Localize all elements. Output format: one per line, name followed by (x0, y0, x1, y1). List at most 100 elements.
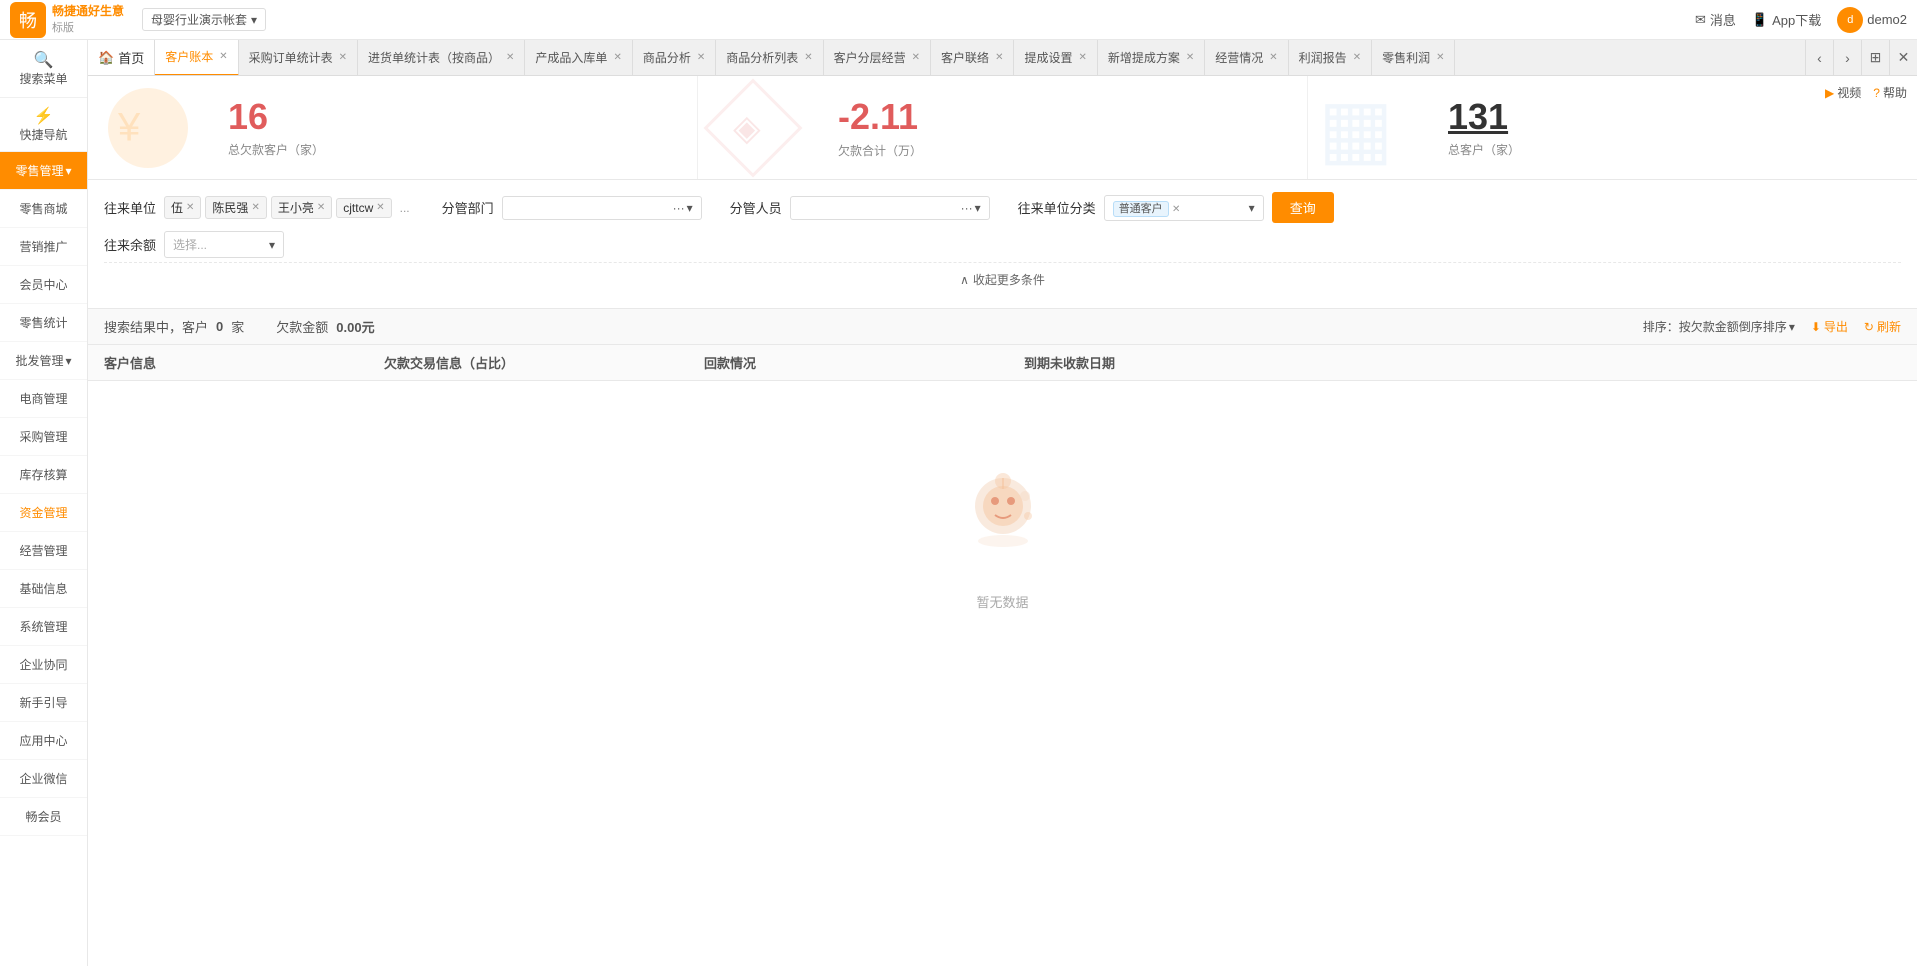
stat-debt-customers-number: 16 (228, 97, 324, 137)
export-button[interactable]: ⬇ 导出 (1811, 318, 1848, 335)
result-prefix: 搜索结果中，客户 (104, 317, 208, 336)
tab-add-promotion-plan[interactable]: 新增提成方案 ✕ (1098, 40, 1205, 76)
top-bar-left: 畅 畅捷通好生意 标版 母婴行业演示帐套 ▾ (10, 2, 266, 38)
sidebar-item-retail-mall[interactable]: 零售商城 (0, 190, 87, 228)
tab-purchase-stats[interactable]: 进货单统计表（按商品） ✕ (358, 40, 525, 76)
sidebar-item-wholesale[interactable]: 批发管理 ▾ (0, 342, 87, 380)
help-button[interactable]: ? 帮助 (1873, 84, 1907, 101)
demo-account-select[interactable]: 母婴行业演示帐套 ▾ (142, 8, 266, 31)
tab-close-customer-book[interactable]: ✕ (219, 51, 227, 62)
tab-close-purchase-order[interactable]: ✕ (339, 52, 347, 63)
sort-select[interactable]: 排序：按欠款金额倒序排序 ▾ (1643, 318, 1795, 335)
tab-close-business-status[interactable]: ✕ (1269, 52, 1277, 63)
sidebar-item-basic-info[interactable]: 基础信息 (0, 570, 87, 608)
refresh-button[interactable]: ↻ 刷新 (1864, 318, 1901, 335)
sidebar-item-finance[interactable]: 资金管理 (0, 494, 87, 532)
sidebar-item-operations[interactable]: 经营管理 (0, 532, 87, 570)
tab-close-product-instock[interactable]: ✕ (613, 52, 621, 63)
logo-text: 畅捷通好生意 (52, 4, 124, 18)
unit-class-label: 往来单位分类 (1018, 198, 1096, 217)
th-repayment: 回款情况 (704, 353, 1024, 372)
sidebar-item-enterprise[interactable]: 企业协同 (0, 646, 87, 684)
unit-tag-chen-close[interactable]: ✕ (251, 202, 259, 213)
sidebar-item-inventory[interactable]: 库存核算 (0, 456, 87, 494)
unit-tags-area: 伍 ✕ 陈民强 ✕ 王小亮 ✕ cjttcw ✕ (164, 196, 414, 219)
sidebar-item-enterprise-wechat[interactable]: 企业微信 (0, 760, 87, 798)
chevron-down-icon: ▾ (65, 164, 71, 178)
main-layout: 🔍 搜索菜单 ⚡ 快捷导航 零售管理 ▾ 零售商城 营销推广 会员中心 零售统计… (0, 40, 1917, 966)
tab-close-profit-report[interactable]: ✕ (1353, 52, 1361, 63)
tab-retail-profit[interactable]: 零售利润 ✕ (1372, 40, 1455, 76)
home-icon: 🏠 (98, 50, 114, 66)
chevron-down-icon: ▾ (687, 201, 693, 215)
sidebar-item-new-guide[interactable]: 新手引导 (0, 684, 87, 722)
balance-filter-select[interactable]: 选择... ▾ (164, 231, 284, 258)
app-download-button[interactable]: 📱 App下载 (1752, 10, 1821, 29)
video-help-button[interactable]: ▶ 视频 (1825, 84, 1861, 101)
dept-filter-select[interactable]: ··· ▾ (502, 196, 702, 220)
sidebar-item-quick-nav[interactable]: ⚡ 快捷导航 (0, 98, 87, 152)
customer-suffix: 家 (231, 317, 244, 336)
unit-tag-wang-close[interactable]: ✕ (317, 202, 325, 213)
stat-yuan-icon: ¥ (118, 105, 140, 150)
unit-class-tag-close[interactable]: ✕ (1172, 204, 1180, 215)
tab-promotion-settings[interactable]: 提成设置 ✕ (1014, 40, 1097, 76)
tab-close-customer-tier[interactable]: ✕ (912, 52, 920, 63)
query-button[interactable]: 查询 (1272, 192, 1334, 223)
unit-tag-cjttcw-close[interactable]: ✕ (376, 202, 384, 213)
sidebar-item-retail-stats[interactable]: 零售统计 (0, 304, 87, 342)
tab-prev-button[interactable]: ‹ (1805, 40, 1833, 76)
unit-tags-more[interactable]: ... (396, 199, 414, 217)
search-result-actions: 排序：按欠款金额倒序排序 ▾ ⬇ 导出 ↻ 刷新 (1643, 318, 1901, 335)
tab-customer-tier[interactable]: 客户分层经营 ✕ (824, 40, 931, 76)
tab-expand-button[interactable]: ⊞ (1861, 40, 1889, 76)
logo-text-block: 畅捷通好生意 标版 (52, 4, 124, 34)
tab-customer-contact[interactable]: 客户联络 ✕ (931, 40, 1014, 76)
unit-tag-wu-close[interactable]: ✕ (186, 202, 194, 213)
tab-home[interactable]: 🏠 首页 (88, 40, 155, 76)
tab-profit-report[interactable]: 利润报告 ✕ (1289, 40, 1372, 76)
stat-total-debt-customers: ¥ 16 总欠款客户（家） (88, 76, 698, 179)
filter-row-2: 往来余额 选择... ▾ (104, 231, 1901, 258)
sidebar-item-search[interactable]: 🔍 搜索菜单 (0, 40, 87, 98)
sidebar-item-ecommerce[interactable]: 电商管理 (0, 380, 87, 418)
sidebar-item-marketing[interactable]: 营销推广 (0, 228, 87, 266)
tab-goods-analysis-list[interactable]: 商品分析列表 ✕ (716, 40, 823, 76)
customer-count: 0 (216, 319, 223, 334)
message-icon: ✉ (1695, 12, 1706, 28)
tab-purchase-order[interactable]: 采购订单统计表 ✕ (239, 40, 358, 76)
tab-close-retail-profit[interactable]: ✕ (1436, 52, 1444, 63)
chevron-down-icon: ▾ (975, 201, 981, 215)
search-result-bar: 搜索结果中，客户 0 家 欠款金额 0.00元 排序：按欠款金额倒序排序 ▾ ⬇… (88, 309, 1917, 345)
collapse-button[interactable]: ∧ 收起更多条件 (952, 267, 1053, 292)
tab-business-status[interactable]: 经营情况 ✕ (1205, 40, 1288, 76)
tab-customer-book[interactable]: 客户账本 ✕ (155, 40, 238, 76)
tab-close-purchase-stats[interactable]: ✕ (506, 52, 514, 63)
unit-class-select[interactable]: 普通客户 ✕ ▾ (1104, 195, 1264, 221)
tab-product-instock[interactable]: 产成品入库单 ✕ (525, 40, 632, 76)
top-bar-right: ✉ 消息 📱 App下载 d demo2 (1695, 7, 1907, 33)
sidebar-item-member[interactable]: 会员中心 (0, 266, 87, 304)
tab-close-add-promotion-plan[interactable]: ✕ (1186, 52, 1194, 63)
tab-next-button[interactable]: › (1833, 40, 1861, 76)
tab-close-all-button[interactable]: ✕ (1889, 40, 1917, 76)
debt-label: 欠款金额 (276, 317, 328, 336)
tab-close-goods-analysis[interactable]: ✕ (697, 52, 705, 63)
table-header: 客户信息 欠款交易信息（占比） 回款情况 到期未收款日期 (88, 345, 1917, 381)
sidebar-item-app-center[interactable]: 应用中心 (0, 722, 87, 760)
sidebar-item-purchase[interactable]: 采购管理 (0, 418, 87, 456)
message-button[interactable]: ✉ 消息 (1695, 10, 1736, 29)
page-content: ▶ 视频 ? 帮助 ¥ 16 (88, 76, 1917, 966)
sidebar-item-retail[interactable]: 零售管理 ▾ (0, 152, 87, 190)
sidebar-item-vip[interactable]: 畅会员 (0, 798, 87, 836)
th-due-date: 到期未收款日期 (1024, 353, 1901, 372)
sidebar-item-system[interactable]: 系统管理 (0, 608, 87, 646)
user-menu[interactable]: d demo2 (1837, 7, 1907, 33)
chevron-down-icon: ▾ (1789, 320, 1795, 334)
tab-close-customer-contact[interactable]: ✕ (995, 52, 1003, 63)
unit-tag-chen: 陈民强 ✕ (205, 196, 266, 219)
tab-close-promotion-settings[interactable]: ✕ (1078, 52, 1086, 63)
tab-close-goods-analysis-list[interactable]: ✕ (804, 52, 812, 63)
person-filter-select[interactable]: ··· ▾ (790, 196, 990, 220)
tab-goods-analysis[interactable]: 商品分析 ✕ (633, 40, 716, 76)
